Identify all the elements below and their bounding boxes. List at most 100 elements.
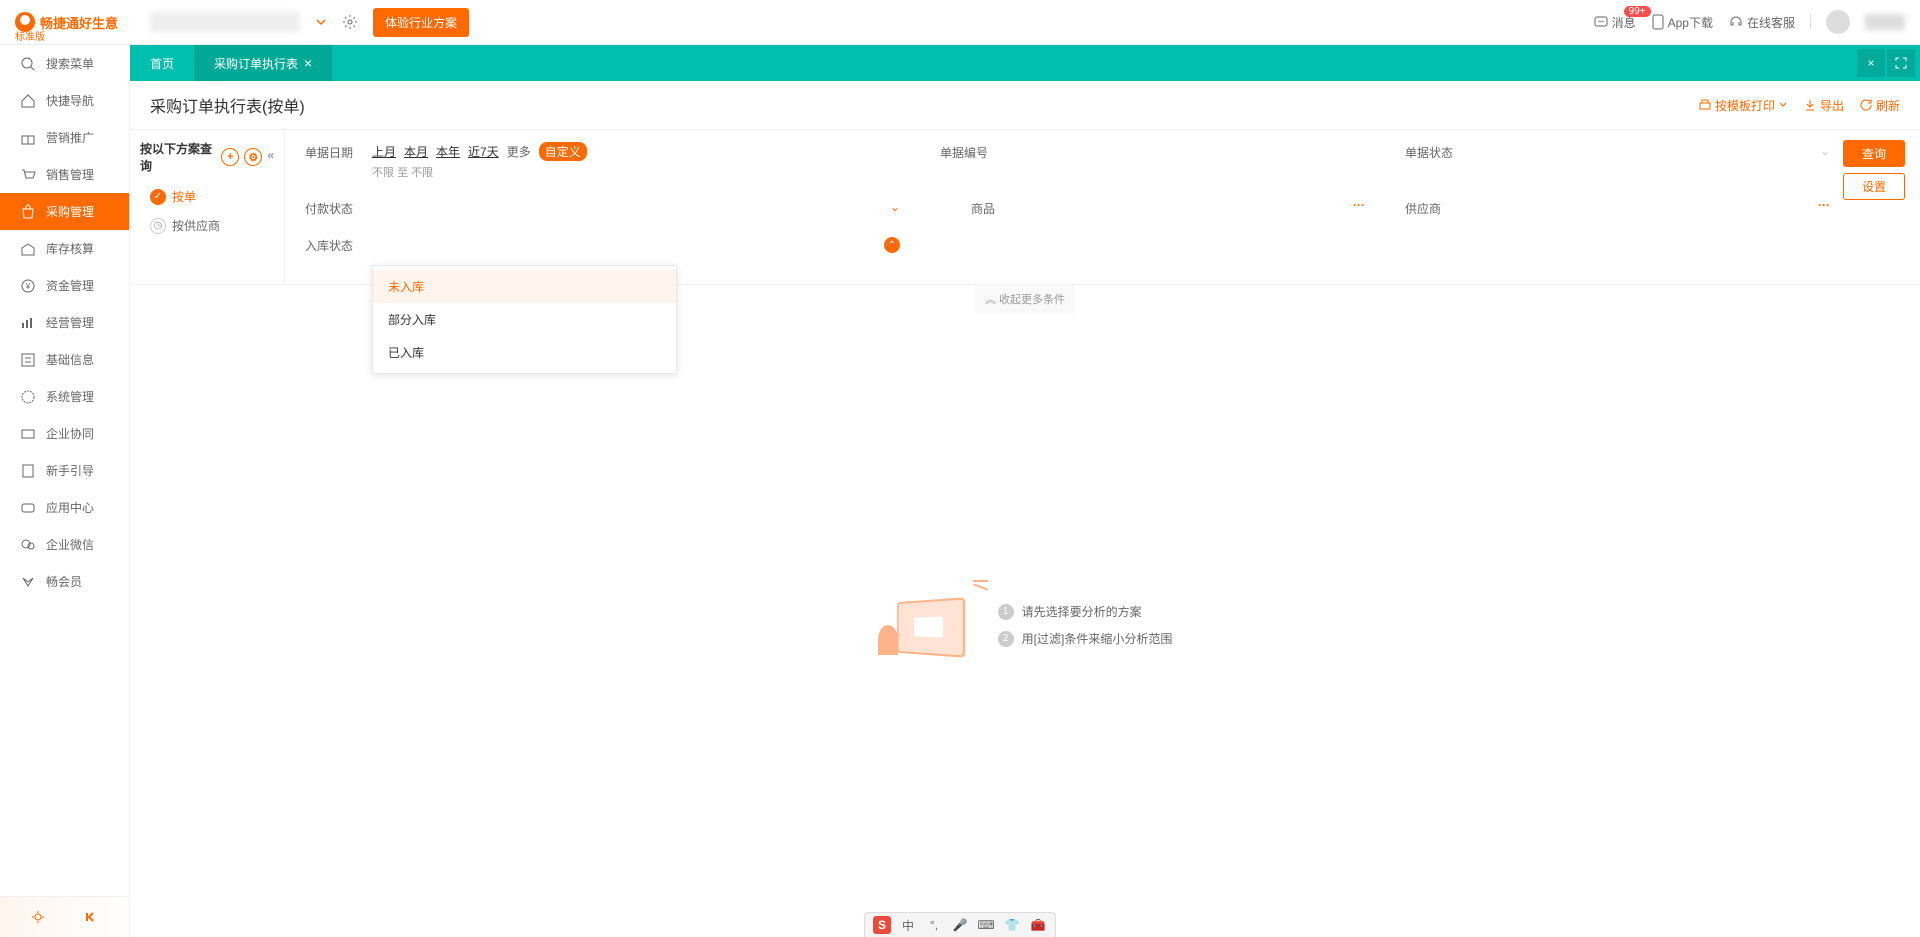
cart-icon <box>20 167 36 183</box>
query-button[interactable]: 查询 <box>1843 140 1905 167</box>
company-dropdown-icon[interactable] <box>315 16 327 28</box>
company-selector[interactable] <box>150 12 300 32</box>
stockstatus-select[interactable]: ⌃ 未入库 部分入库 已入库 <box>372 235 900 253</box>
ime-mic-icon[interactable]: 🎤 <box>951 916 969 934</box>
footer-collapse-icon[interactable] <box>83 909 99 925</box>
sidebar-item-collaboration[interactable]: 企业协同 <box>0 415 129 452</box>
tab-home[interactable]: 首页 <box>130 45 194 81</box>
sidebar-item-system[interactable]: 系统管理 <box>0 378 129 415</box>
tabs-bar: 首页 采购订单执行表 × × <box>130 45 1920 81</box>
book-icon <box>20 463 36 479</box>
docstatus-select[interactable]: ⌄ <box>1472 142 1830 160</box>
sidebar-label: 资金管理 <box>46 277 94 294</box>
messages-link[interactable]: 消息 99+ <box>1593 14 1636 31</box>
app-download-label: App下载 <box>1668 14 1713 31</box>
filter-row-3: 入库状态 ⌃ 未入库 部分入库 已入库 <box>305 235 1900 254</box>
filter-label: 单据日期 <box>305 142 360 161</box>
date-opt-thisyear[interactable]: 本年 <box>436 143 460 160</box>
tip-text: 用[过滤]条件来缩小分析范围 <box>1022 630 1173 647</box>
sidebar-item-guide[interactable]: 新手引导 <box>0 452 129 489</box>
dropdown-item-stocked[interactable]: 已入库 <box>373 336 676 369</box>
sidebar-item-quicknav[interactable]: 快捷导航 <box>0 82 129 119</box>
ime-toolbox-icon[interactable]: 🧰 <box>1029 916 1047 934</box>
filter-left-icons: + ⚙ « <box>221 148 274 166</box>
export-button[interactable]: 导出 <box>1803 97 1844 114</box>
date-opt-more[interactable]: 更多 <box>507 143 531 160</box>
dropdown-item-partial[interactable]: 部分入库 <box>373 303 676 336</box>
sidebar-item-basicinfo[interactable]: 基础信息 <box>0 341 129 378</box>
sidebar-item-purchase[interactable]: 采购管理 <box>0 193 129 230</box>
settings-gear-icon[interactable] <box>342 14 358 30</box>
filter-option-by-order[interactable]: ✓ 按单 <box>140 182 274 211</box>
ime-skin-icon[interactable]: 👕 <box>1003 916 1021 934</box>
add-scheme-icon[interactable]: + <box>221 148 239 166</box>
ime-punct-icon[interactable]: °, <box>925 916 943 934</box>
settings-button[interactable]: 设置 <box>1843 173 1905 200</box>
ime-toolbar: S 中 °, 🎤 ⌨ 👕 🧰 <box>864 912 1056 937</box>
ime-lang-icon[interactable]: 中 <box>899 916 917 934</box>
online-service-link[interactable]: 在线客服 <box>1728 14 1795 31</box>
user-name-blurred <box>1865 14 1905 30</box>
date-opt-7days[interactable]: 近7天 <box>468 143 499 160</box>
sidebar-label: 系统管理 <box>46 388 94 405</box>
chevron-down-icon <box>1778 100 1788 110</box>
tab-label: 采购订单执行表 <box>214 55 298 72</box>
tab-close-icon[interactable]: × <box>304 55 312 71</box>
page-header: 采购订单执行表(按单) 按模板打印 导出 刷新 <box>130 81 1920 130</box>
filter-field-supplier: 供应商 ··· <box>1405 198 1830 217</box>
settings-scheme-icon[interactable]: ⚙ <box>244 148 262 166</box>
bag-icon <box>20 204 36 220</box>
tabs-right-controls: × <box>1857 49 1920 77</box>
sidebar-item-vip[interactable]: 畅会员 <box>0 563 129 600</box>
tabs-close-all-icon[interactable]: × <box>1857 49 1885 77</box>
export-icon <box>1803 98 1817 112</box>
docno-input[interactable] <box>1007 142 1365 160</box>
empty-tips: 1 请先选择要分析的方案 2 用[过滤]条件来缩小分析范围 <box>998 603 1173 647</box>
filter-option-by-supplier[interactable]: ◷ 按供应商 <box>140 211 274 240</box>
filter-label: 单据状态 <box>1405 142 1460 161</box>
collapse-filters-button[interactable]: ︽ 收起更多条件 <box>975 285 1075 313</box>
sidebar-item-wechat[interactable]: 企业微信 <box>0 526 129 563</box>
sidebar-item-appcenter[interactable]: 应用中心 <box>0 489 129 526</box>
print-button[interactable]: 按模板打印 <box>1698 97 1788 114</box>
refresh-button[interactable]: 刷新 <box>1859 97 1900 114</box>
tip-number: 2 <box>998 631 1014 647</box>
supplier-select[interactable]: ··· <box>1472 198 1830 216</box>
product-select[interactable]: ··· <box>1007 198 1365 216</box>
sidebar-item-search[interactable]: 搜索菜单 <box>0 45 129 82</box>
money-icon: ¥ <box>20 278 36 294</box>
tab-purchase-order[interactable]: 采购订单执行表 × <box>194 45 332 81</box>
ime-keyboard-icon[interactable]: ⌨ <box>977 916 995 934</box>
ellipsis-icon[interactable]: ··· <box>1353 198 1365 212</box>
app-download-link[interactable]: App下载 <box>1651 14 1713 31</box>
list-icon <box>20 352 36 368</box>
print-label: 按模板打印 <box>1715 97 1775 114</box>
sidebar-item-marketing[interactable]: 营销推广 <box>0 119 129 156</box>
sidebar-item-business[interactable]: 经营管理 <box>0 304 129 341</box>
filter-field-docstatus: 单据状态 ⌄ <box>1405 142 1830 180</box>
sidebar-item-finance[interactable]: ¥ 资金管理 <box>0 267 129 304</box>
tabs-fullscreen-icon[interactable] <box>1887 49 1915 77</box>
user-avatar[interactable] <box>1826 10 1850 34</box>
footer-settings-icon[interactable] <box>30 909 46 925</box>
experience-button[interactable]: 体验行业方案 <box>373 8 469 37</box>
paystatus-select[interactable]: ⌄ <box>372 198 900 216</box>
sidebar-label: 搜索菜单 <box>46 55 94 72</box>
page-title: 采购订单执行表(按单) <box>150 93 305 117</box>
date-opt-lastmonth[interactable]: 上月 <box>372 143 396 160</box>
sidebar-item-inventory[interactable]: 库存核算 <box>0 230 129 267</box>
filter-row-2: 付款状态 ⌄ 商品 ··· 供应商 <box>305 198 1900 217</box>
dropdown-item-not-stocked[interactable]: 未入库 <box>373 270 676 303</box>
filter-label: 供应商 <box>1405 198 1460 217</box>
collapse-left-icon[interactable]: « <box>267 148 274 166</box>
logo-area: 畅捷通好生意 标准版 <box>15 12 130 32</box>
date-opt-thismonth[interactable]: 本月 <box>404 143 428 160</box>
sidebar-label: 应用中心 <box>46 499 94 516</box>
sidebar-item-sales[interactable]: 销售管理 <box>0 156 129 193</box>
filter-field-empty2 <box>1405 235 1830 254</box>
ime-logo-icon[interactable]: S <box>873 916 891 934</box>
ellipsis-icon[interactable]: ··· <box>1818 198 1830 212</box>
chevron-down-icon: ⌄ <box>1820 144 1830 158</box>
date-opt-custom[interactable]: 自定义 <box>539 142 587 161</box>
chevron-up-icon: ︽ <box>985 294 999 306</box>
